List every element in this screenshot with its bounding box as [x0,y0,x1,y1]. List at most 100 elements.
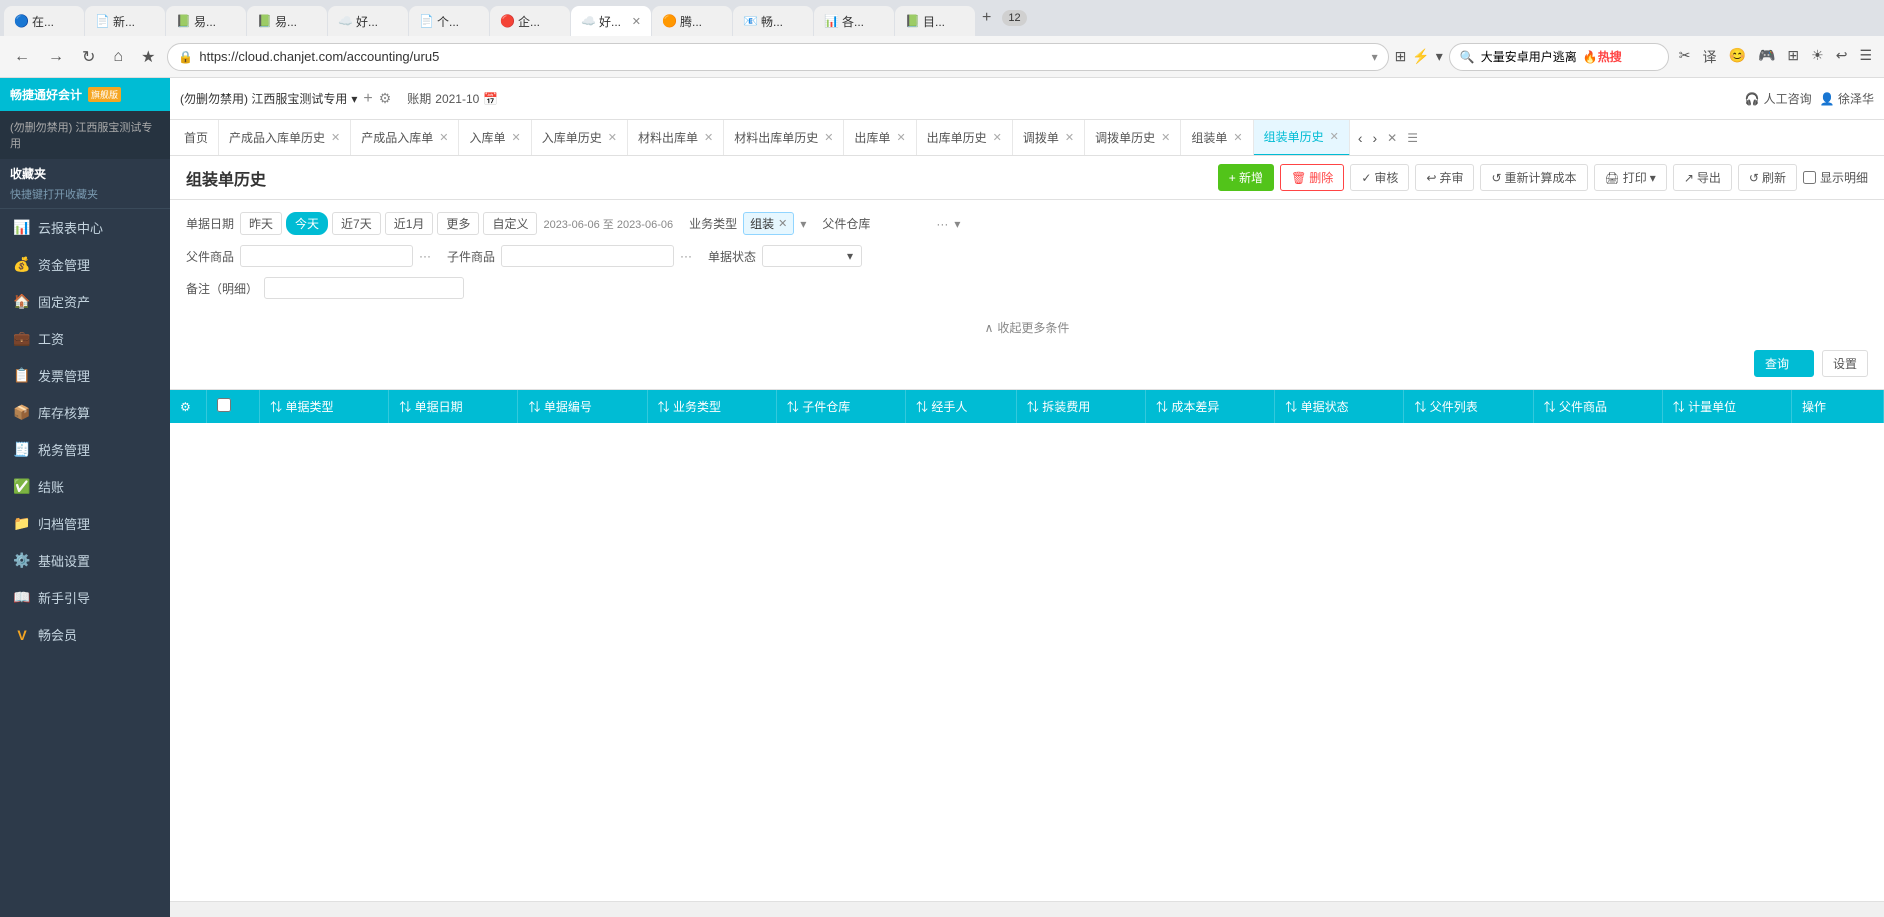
address-chevron-icon[interactable]: ▾ [1436,48,1443,65]
note-input[interactable] [264,277,464,299]
sidebar-item-invoice[interactable]: 📋 发票管理 [0,357,170,394]
bottom-scrollbar[interactable] [170,901,1884,917]
browser-tab-3[interactable]: 📗 易... [166,6,246,36]
th-doc-date[interactable]: ⇅ 单据日期 [389,390,518,423]
sidebar-item-settings[interactable]: ⚙️ 基础设置 [0,542,170,579]
tab-close-current[interactable]: ✕ [1383,129,1401,147]
custom-btn[interactable]: 自定义 [483,212,537,235]
tab-close-12[interactable]: ✕ [1330,130,1339,143]
select-all-checkbox[interactable] [217,398,231,412]
address-dropdown-icon[interactable]: ▾ [1372,50,1378,64]
business-type-dropdown-icon[interactable]: ▾ [800,217,806,231]
translate-icon[interactable]: 译 [1699,43,1721,71]
new-tab-button[interactable]: + [976,9,997,27]
browser-tab-8[interactable]: ☁️ 好... ✕ [571,6,651,36]
tab-transfer[interactable]: 调拨单 ✕ [1013,120,1085,156]
tab-close-4[interactable]: ✕ [608,131,617,144]
back-button[interactable]: ← [8,44,36,70]
th-cost-diff[interactable]: ⇅ 成本差异 [1146,390,1275,423]
th-gear[interactable]: ⚙ [170,390,206,423]
browser-tab-1[interactable]: 🔵 在... [4,6,84,36]
child-goods-more-icon[interactable]: ··· [680,249,692,263]
browser-tab-2[interactable]: 📄 新... [85,6,165,36]
refresh-button[interactable]: ↻ [76,43,101,71]
tab-close-2[interactable]: ✕ [439,131,448,144]
business-type-tag-close[interactable]: ✕ [778,217,787,230]
tab-finished-goods[interactable]: 产成品入库单 ✕ [351,120,459,156]
sidebar-item-guide[interactable]: 📖 新手引导 [0,579,170,616]
browser-tab-10[interactable]: 📧 畅... [733,6,813,36]
export-button[interactable]: ↗ 导出 [1673,164,1732,191]
toolbar-user[interactable]: 👤 徐泽华 [1820,90,1874,107]
tab-close-8[interactable]: ✕ [993,131,1002,144]
game-icon[interactable]: 🎮 [1754,43,1779,71]
apps-icon[interactable]: ⊞ [1783,43,1803,71]
menu-icon[interactable]: ☰ [1855,43,1876,71]
tab-outbound[interactable]: 出库单 ✕ [844,120,916,156]
sidebar-favorites[interactable]: 收藏夹 快捷键打开收藏夹 [0,159,170,209]
collapse-button[interactable]: ∧ 收起更多条件 [973,315,1082,340]
th-biz-type[interactable]: ⇅ 业务类型 [647,390,776,423]
tab-close-9[interactable]: ✕ [1065,131,1074,144]
add-company-icon[interactable]: + [363,90,372,108]
print-button[interactable]: 🖨 打印 ▾ [1594,164,1667,191]
sidebar-item-payroll[interactable]: 💼 工资 [0,320,170,357]
sidebar-item-assets[interactable]: 🏠 固定资产 [0,283,170,320]
forward-button[interactable]: → [42,44,70,70]
refresh-button[interactable]: ↺ 刷新 [1738,164,1797,191]
parent-goods-input[interactable] [240,245,413,267]
sidebar-item-reports[interactable]: 📊 云报表中心 [0,209,170,246]
browser-tab-7[interactable]: 🔴 企... [490,6,570,36]
sidebar-item-archive[interactable]: 📁 归档管理 [0,505,170,542]
settings-query-button[interactable]: 设置 [1822,350,1868,377]
emoji-icon[interactable]: 😊 [1725,43,1750,71]
browser-tab-5[interactable]: ☁️ 好... [328,6,408,36]
recalculate-button[interactable]: ↺ 重新计算成本 [1480,164,1587,191]
tab-material-outbound-history[interactable]: 材料出库单历史 ✕ [724,120,844,156]
doc-status-select[interactable]: ▾ [762,245,862,267]
gear-settings-icon[interactable]: ⚙ [379,90,392,107]
search-bar[interactable]: 🔍 大量安卓用户逃离 🔥热搜 [1449,43,1669,71]
th-child-warehouse[interactable]: ⇅ 子件仓库 [776,390,905,423]
undo-icon[interactable]: ↩ [1832,43,1852,71]
th-doc-type[interactable]: ⇅ 单据类型 [260,390,389,423]
tab-close-1[interactable]: ✕ [331,131,340,144]
show-detail-checkbox[interactable] [1803,171,1816,184]
address-bar[interactable]: 🔒 https://cloud.chanjet.com/accounting/u… [167,43,1388,71]
sidebar-item-inventory[interactable]: 📦 库存核算 [0,394,170,431]
tab-assembly-history[interactable]: 组装单历史 ✕ [1254,120,1350,156]
parent-warehouse-dropdown-icon[interactable]: ▾ [954,217,960,231]
browser-tab-close-8[interactable]: ✕ [632,15,641,28]
tab-close-5[interactable]: ✕ [704,131,713,144]
tab-inbound-history[interactable]: 入库单历史 ✕ [532,120,628,156]
th-doc-num[interactable]: ⇅ 单据编号 [518,390,647,423]
tab-outbound-history[interactable]: 出库单历史 ✕ [917,120,1013,156]
th-checkbox[interactable] [206,390,260,423]
brightness-icon[interactable]: ☀ [1807,43,1828,71]
home-button[interactable]: ⌂ [107,44,129,70]
th-disassembly-fee[interactable]: ⇅ 拆装费用 [1016,390,1145,423]
browser-tab-11[interactable]: 📊 各... [814,6,894,36]
today-btn[interactable]: 今天 [286,212,328,235]
calendar-icon[interactable]: 📅 [483,92,498,106]
tab-assembly[interactable]: 组装单 ✕ [1181,120,1253,156]
th-parent-goods[interactable]: ⇅ 父件商品 [1533,390,1662,423]
lightning-icon[interactable]: ⚡ [1412,48,1429,65]
toolbar-service[interactable]: 🎧 人工咨询 [1745,90,1812,107]
delete-button[interactable]: 🗑 删除 [1280,164,1344,191]
sidebar-item-closing[interactable]: ✅ 结账 [0,468,170,505]
7days-btn[interactable]: 近7天 [332,212,381,235]
tab-scroll-right[interactable]: › [1369,130,1382,146]
tab-material-outbound[interactable]: 材料出库单 ✕ [628,120,724,156]
print-dropdown-icon[interactable]: ▾ [1650,171,1656,185]
tab-close-10[interactable]: ✕ [1161,131,1170,144]
tab-close-6[interactable]: ✕ [824,131,833,144]
parent-goods-more-icon[interactable]: ··· [419,249,431,263]
add-button[interactable]: + 新增 [1218,164,1274,191]
browser-tab-6[interactable]: 📄 个... [409,6,489,36]
tab-close-7[interactable]: ✕ [896,131,905,144]
child-goods-input[interactable] [501,245,674,267]
1month-btn[interactable]: 近1月 [385,212,434,235]
company-dropdown[interactable]: (勿删勿禁用) 江西服宝测试专用 ▾ [180,90,357,107]
tab-inbound[interactable]: 入库单 ✕ [459,120,531,156]
